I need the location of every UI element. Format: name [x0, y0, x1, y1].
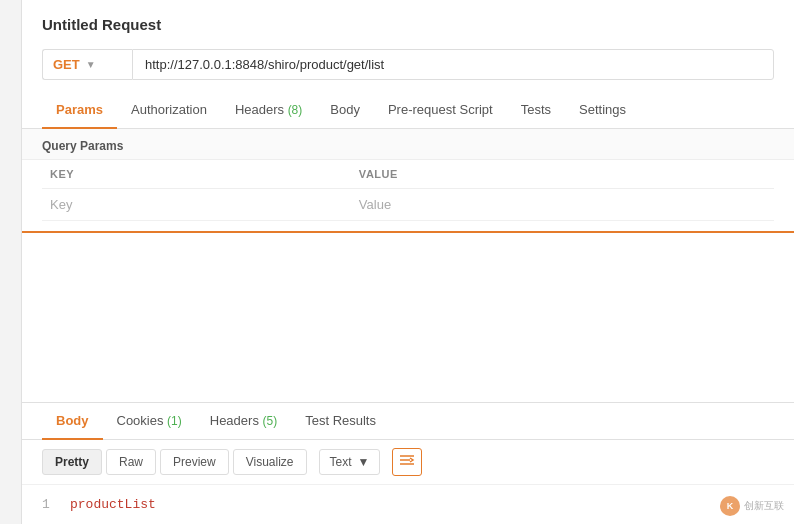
response-tab-cookies[interactable]: Cookies (1) [103, 403, 196, 440]
wrap-button[interactable] [392, 448, 422, 476]
text-type-chevron: ▼ [358, 455, 370, 469]
text-type-label: Text [330, 455, 352, 469]
tab-pre-request-script[interactable]: Pre-request Script [374, 92, 507, 129]
tab-tests[interactable]: Tests [507, 92, 565, 129]
response-tab-test-results[interactable]: Test Results [291, 403, 390, 440]
tab-headers[interactable]: Headers (8) [221, 92, 316, 129]
watermark: K 创新互联 [720, 496, 784, 516]
sidebar-strip [0, 0, 22, 524]
spacer [22, 233, 794, 402]
wrap-icon [399, 454, 415, 471]
code-line: productList [70, 497, 156, 512]
query-params-area: Query Params KEY VALUE Key Value [22, 129, 794, 233]
response-tab-body[interactable]: Body [42, 403, 103, 440]
format-preview-button[interactable]: Preview [160, 449, 229, 475]
format-bar: Pretty Raw Preview Visualize Text ▼ [22, 440, 794, 485]
format-raw-button[interactable]: Raw [106, 449, 156, 475]
col-header-key: KEY [42, 160, 351, 189]
value-cell[interactable]: Value [351, 189, 774, 221]
page-title: Untitled Request [22, 0, 794, 43]
key-cell[interactable]: Key [42, 189, 351, 221]
main-content: Untitled Request GET ▼ Params Authorizat… [22, 0, 794, 524]
method-chevron: ▼ [86, 59, 96, 70]
table-row: Key Value [42, 189, 774, 221]
watermark-text: 创新互联 [744, 499, 784, 513]
response-section: Body Cookies (1) Headers (5) Test Result… [22, 402, 794, 524]
response-tab-headers[interactable]: Headers (5) [196, 403, 291, 440]
watermark-icon: K [720, 496, 740, 516]
tab-params[interactable]: Params [42, 92, 117, 129]
response-tabs-row: Body Cookies (1) Headers (5) Test Result… [22, 403, 794, 440]
response-body: 1 productList [22, 485, 794, 524]
col-header-value: VALUE [351, 160, 774, 189]
method-label: GET [53, 57, 80, 72]
url-bar-row: GET ▼ [22, 43, 794, 92]
format-visualize-button[interactable]: Visualize [233, 449, 307, 475]
format-pretty-button[interactable]: Pretty [42, 449, 102, 475]
line-number: 1 [42, 497, 54, 512]
url-input[interactable] [132, 49, 774, 80]
request-tabs-row: Params Authorization Headers (8) Body Pr… [22, 92, 794, 129]
method-select[interactable]: GET ▼ [42, 49, 132, 80]
tab-authorization[interactable]: Authorization [117, 92, 221, 129]
tab-body[interactable]: Body [316, 92, 374, 129]
query-params-title: Query Params [22, 129, 794, 160]
text-type-select[interactable]: Text ▼ [319, 449, 381, 475]
params-table: KEY VALUE Key Value [42, 160, 774, 221]
tab-settings[interactable]: Settings [565, 92, 640, 129]
